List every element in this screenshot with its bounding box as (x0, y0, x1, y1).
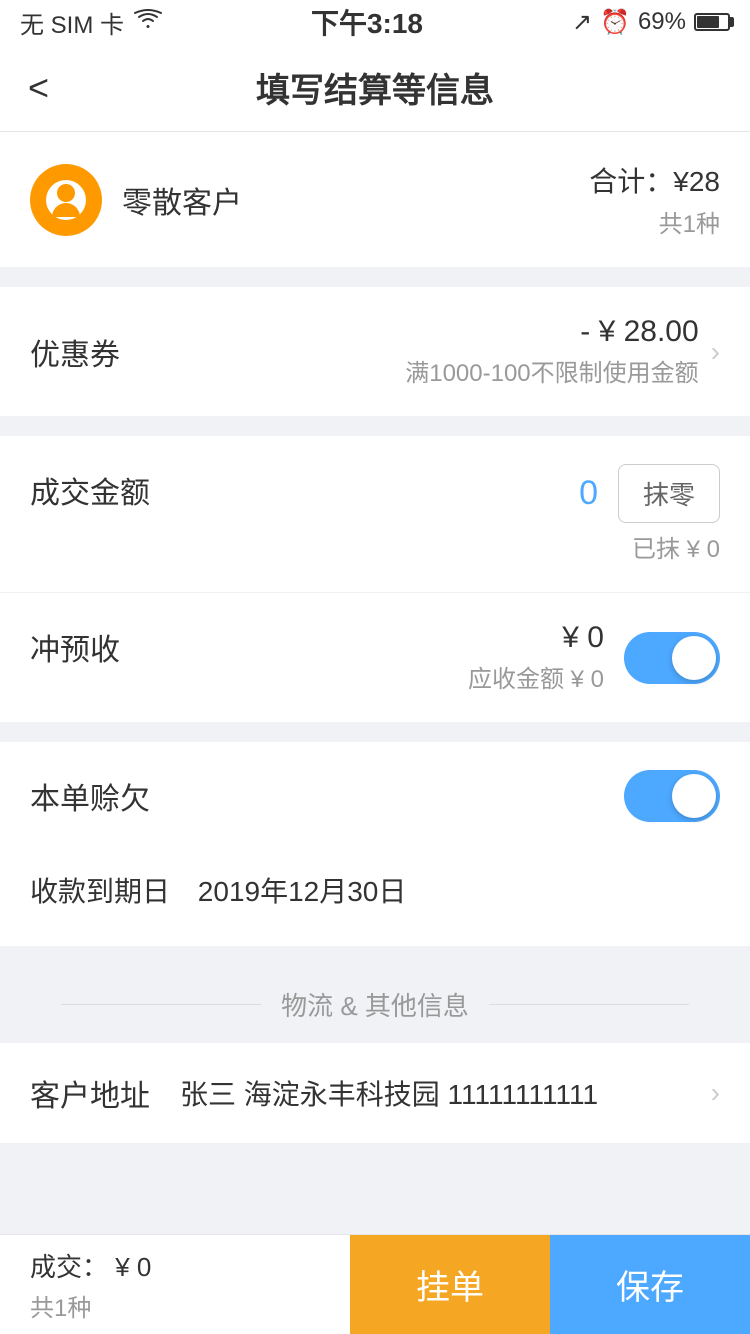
coupon-right-wrap: - ¥ 28.00 满1000-100不限制使用金额 (405, 315, 698, 388)
logistics-label: 物流 & 其他信息 (281, 986, 469, 1023)
nav-bar: < 填写结算等信息 (0, 44, 750, 132)
status-time: 下午3:18 (311, 2, 423, 42)
bottom-deal-wrap: 成交： ¥ 0 (30, 1247, 320, 1284)
coupon-desc: 满1000-100不限制使用金额 (405, 353, 698, 388)
advance-sub: 应收金额 ¥ 0 (468, 659, 604, 694)
customer-section: 零散客户 合计：¥28 共1种 (0, 132, 750, 267)
divider-line-left (61, 1004, 261, 1005)
due-date-label: 收款到期日 (30, 876, 170, 907)
battery-percent: 69% (638, 8, 686, 36)
address-section: 客户地址 张三 海淀永丰科技园 11111111111 › (0, 1043, 750, 1143)
coupon-section: 优惠券 - ¥ 28.00 满1000-100不限制使用金额 › (0, 287, 750, 416)
wifi-icon (134, 9, 162, 35)
coupon-label: 优惠券 (30, 330, 120, 374)
address-right: › (711, 1077, 720, 1109)
total-amount: 合计：¥28 (589, 160, 720, 200)
back-button[interactable]: < (28, 67, 49, 109)
status-right: ↗ ⏰ 69% (572, 8, 730, 37)
deal-amount-value[interactable]: 0 (538, 474, 598, 513)
bottom-bar: 成交： ¥ 0 共1种 挂单 保存 (0, 1234, 750, 1334)
bottom-left: 成交： ¥ 0 共1种 (0, 1247, 350, 1323)
sim-label: 无 SIM 卡 (20, 5, 124, 40)
due-date-row: 收款到期日 2019年12月30日 (0, 850, 750, 946)
bottom-deal-label: 成交： (30, 1252, 108, 1282)
deal-amount-sub: 已抹 ¥ 0 (538, 529, 720, 564)
advance-amount: ¥ 0 (468, 621, 604, 655)
save-button[interactable]: 保存 (550, 1235, 750, 1334)
avatar (30, 164, 102, 236)
bottom-count: 共1种 (30, 1288, 320, 1323)
advance-row: 冲预收 ¥ 0 应收金额 ¥ 0 (0, 593, 750, 722)
logistics-divider: 物流 & 其他信息 (0, 966, 750, 1043)
address-row[interactable]: 客户地址 张三 海淀永丰科技园 11111111111 › (0, 1043, 750, 1143)
deal-amount-row: 成交金额 0 抹零 已抹 ¥ 0 (0, 436, 750, 593)
total-count: 共1种 (589, 204, 720, 239)
deal-amount-value-wrap: 0 抹零 (538, 464, 720, 523)
coupon-row[interactable]: 优惠券 - ¥ 28.00 满1000-100不限制使用金额 › (0, 287, 750, 416)
address-value: 张三 海淀永丰科技园 11111111111 (180, 1073, 711, 1113)
form-section: 成交金额 0 抹零 已抹 ¥ 0 冲预收 ¥ 0 应收金额 ¥ 0 (0, 436, 750, 722)
alarm-icon: ⏰ (600, 8, 630, 37)
status-left: 无 SIM 卡 (20, 5, 162, 40)
advance-right: ¥ 0 应收金额 ¥ 0 (468, 621, 720, 694)
battery-icon (694, 13, 730, 31)
customer-right: 合计：¥28 共1种 (589, 160, 720, 239)
debt-row: 本单赊欠 (0, 742, 750, 850)
status-bar: 无 SIM 卡 下午3:18 ↗ ⏰ 69% (0, 0, 750, 44)
due-date-value: 2019年12月30日 (198, 876, 407, 907)
advance-toggle[interactable] (624, 632, 720, 684)
advance-label: 冲预收 (30, 621, 120, 669)
bottom-deal-amount: ¥ 0 (115, 1252, 151, 1282)
debt-toggle[interactable] (624, 770, 720, 822)
avatar-icon (46, 180, 86, 220)
customer-name: 零散客户 (122, 178, 242, 222)
pending-button[interactable]: 挂单 (350, 1235, 550, 1334)
round-zero-button[interactable]: 抹零 (618, 464, 720, 523)
customer-left: 零散客户 (30, 164, 242, 236)
coupon-value: - ¥ 28.00 (405, 315, 698, 349)
logistics-label-wrap: 物流 & 其他信息 (0, 986, 750, 1023)
debt-label: 本单赊欠 (30, 774, 150, 818)
deal-amount-label: 成交金额 (30, 464, 150, 512)
location-icon: ↗ (572, 8, 592, 37)
debt-section: 本单赊欠 收款到期日 2019年12月30日 (0, 742, 750, 946)
divider-line-right (489, 1004, 689, 1005)
chevron-right-icon: › (711, 336, 720, 368)
advance-values: ¥ 0 应收金额 ¥ 0 (468, 621, 604, 694)
page-title: 填写结算等信息 (256, 63, 494, 112)
address-chevron-icon: › (711, 1077, 720, 1109)
address-label: 客户地址 (30, 1071, 150, 1115)
customer-row: 零散客户 合计：¥28 共1种 (0, 132, 750, 267)
